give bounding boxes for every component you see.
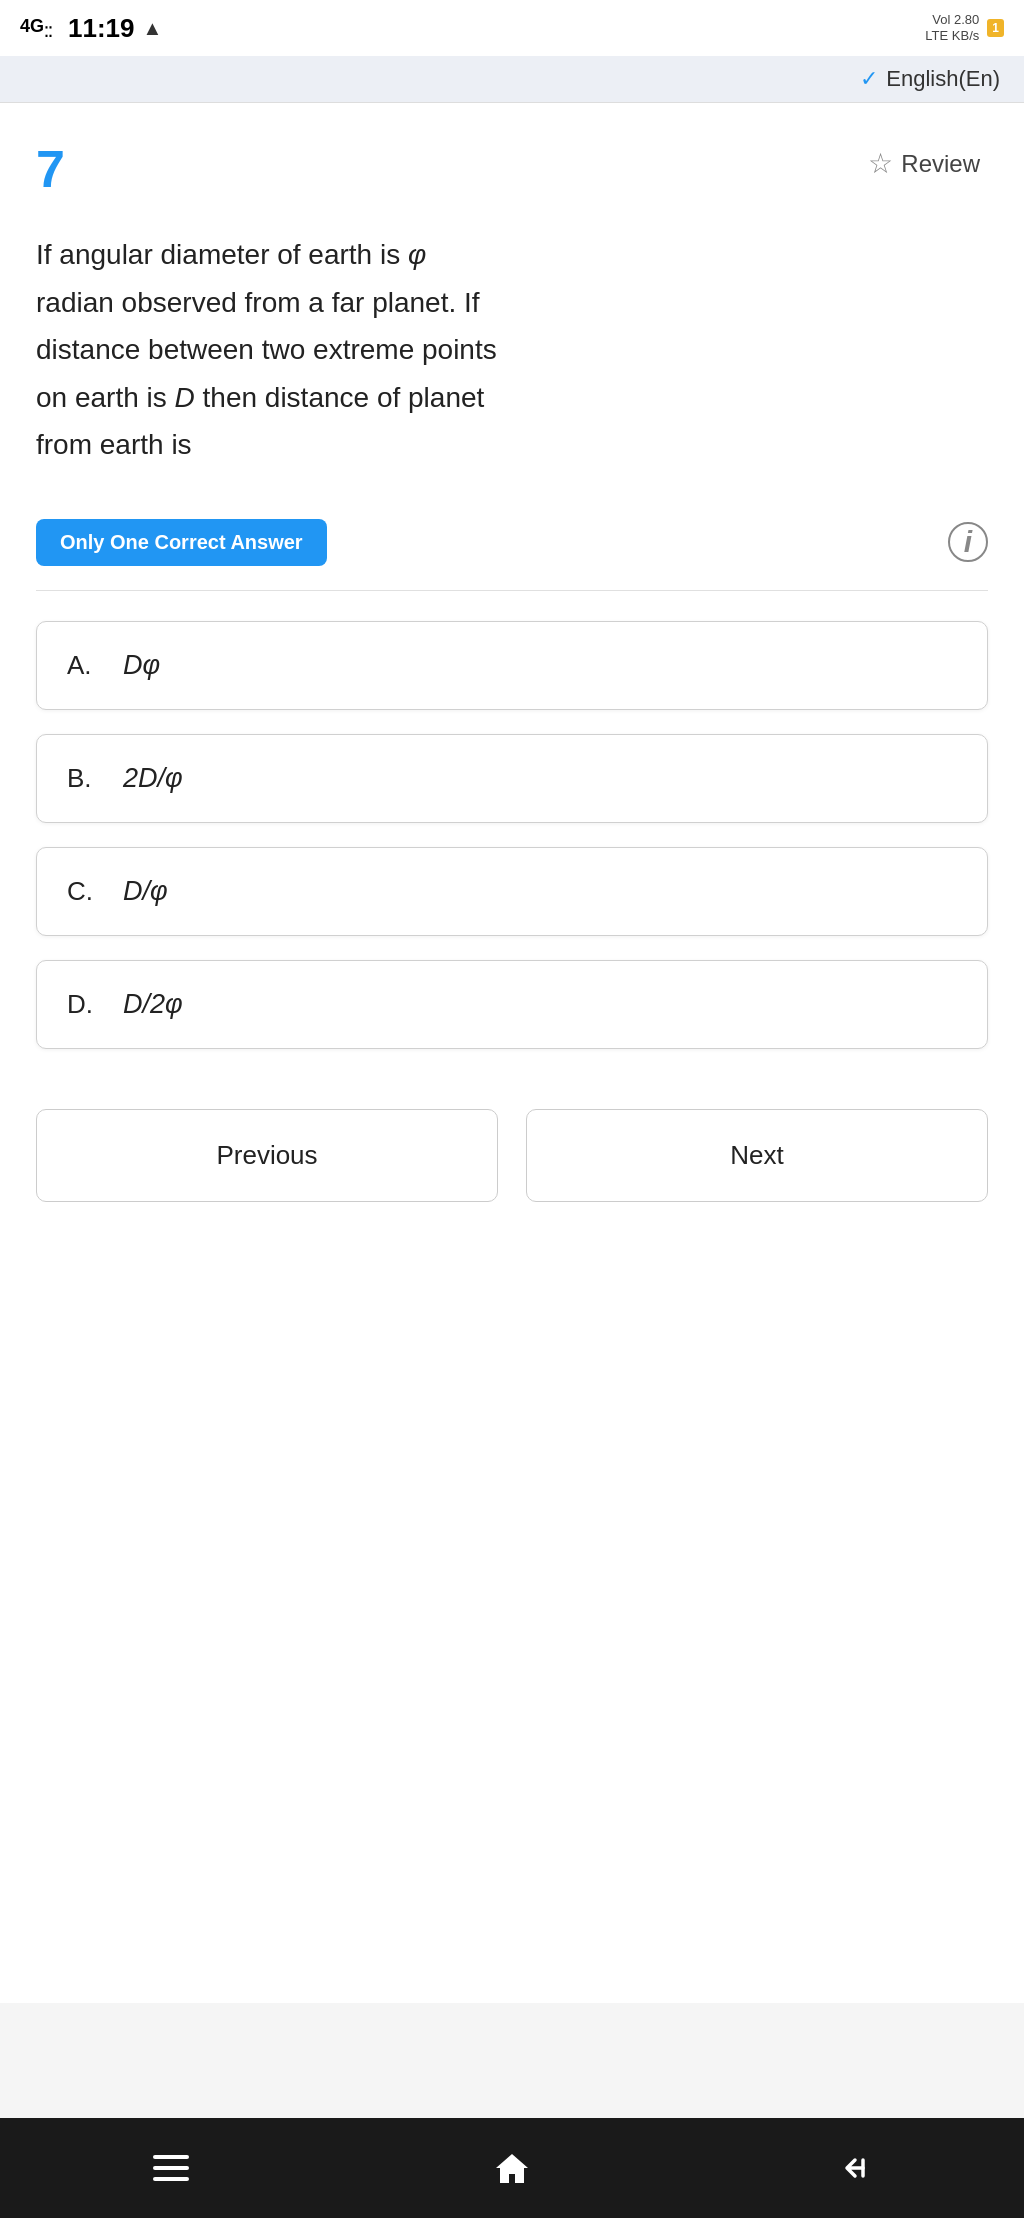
language-selector[interactable]: ✓ English(En) <box>860 66 1000 92</box>
option-c-label: C. <box>67 876 103 907</box>
language-bar: ✓ English(En) <box>0 56 1024 103</box>
back-icon[interactable] <box>835 2150 871 2186</box>
language-label: English(En) <box>886 66 1000 92</box>
menu-icon[interactable] <box>153 2155 189 2181</box>
status-right: Vol 2.80 LTE KB/s 1 <box>925 12 1004 43</box>
status-bar: 4G⁚⁚ 11:19 ▲ Vol 2.80 LTE KB/s 1 <box>0 0 1024 56</box>
svg-rect-0 <box>153 2155 189 2159</box>
option-a-text: Dφ <box>123 650 160 681</box>
bottom-nav-bar <box>0 2118 1024 2218</box>
next-button[interactable]: Next <box>526 1109 988 1202</box>
info-icon[interactable]: i <box>948 522 988 562</box>
warning-icon: ▲ <box>143 17 163 40</box>
previous-button[interactable]: Previous <box>36 1109 498 1202</box>
network-info: Vol 2.80 LTE KB/s <box>925 12 979 43</box>
time-display: 11:19 <box>68 13 135 44</box>
nav-buttons: Previous Next <box>36 1109 988 1202</box>
only-one-badge: Only One Correct Answer <box>36 519 327 566</box>
option-c[interactable]: C. D/φ <box>36 847 988 936</box>
main-content: 7 ☆ Review If angular diameter of earth … <box>0 103 1024 2003</box>
divider <box>36 590 988 591</box>
status-left: 4G⁚⁚ 11:19 ▲ <box>20 13 162 44</box>
option-d[interactable]: D. D/2φ <box>36 960 988 1049</box>
option-a[interactable]: A. Dφ <box>36 621 988 710</box>
review-button[interactable]: ☆ Review <box>860 143 988 184</box>
question-number: 7 <box>36 143 65 195</box>
svg-marker-3 <box>496 2154 528 2183</box>
info-label: i <box>964 525 972 559</box>
home-icon[interactable] <box>494 2150 530 2186</box>
option-c-text: D/φ <box>123 876 168 907</box>
review-label: Review <box>901 150 980 178</box>
option-d-text: D/2φ <box>123 989 183 1020</box>
svg-rect-2 <box>153 2177 189 2181</box>
options-list: A. Dφ B. 2D/φ C. D/φ D. D/2φ <box>36 621 988 1049</box>
option-b[interactable]: B. 2D/φ <box>36 734 988 823</box>
question-header: 7 ☆ Review <box>36 143 988 195</box>
checkmark-icon: ✓ <box>860 66 878 92</box>
badge-row: Only One Correct Answer i <box>36 519 988 566</box>
option-a-label: A. <box>67 650 103 681</box>
signal-icon: 4G⁚⁚ <box>20 16 52 40</box>
option-b-text: 2D/φ <box>123 763 183 794</box>
option-b-label: B. <box>67 763 103 794</box>
star-icon: ☆ <box>868 147 893 180</box>
battery-icon: 1 <box>987 19 1004 37</box>
svg-rect-1 <box>153 2166 189 2170</box>
option-d-label: D. <box>67 989 103 1020</box>
question-text: If angular diameter of earth is φ radian… <box>36 231 988 469</box>
